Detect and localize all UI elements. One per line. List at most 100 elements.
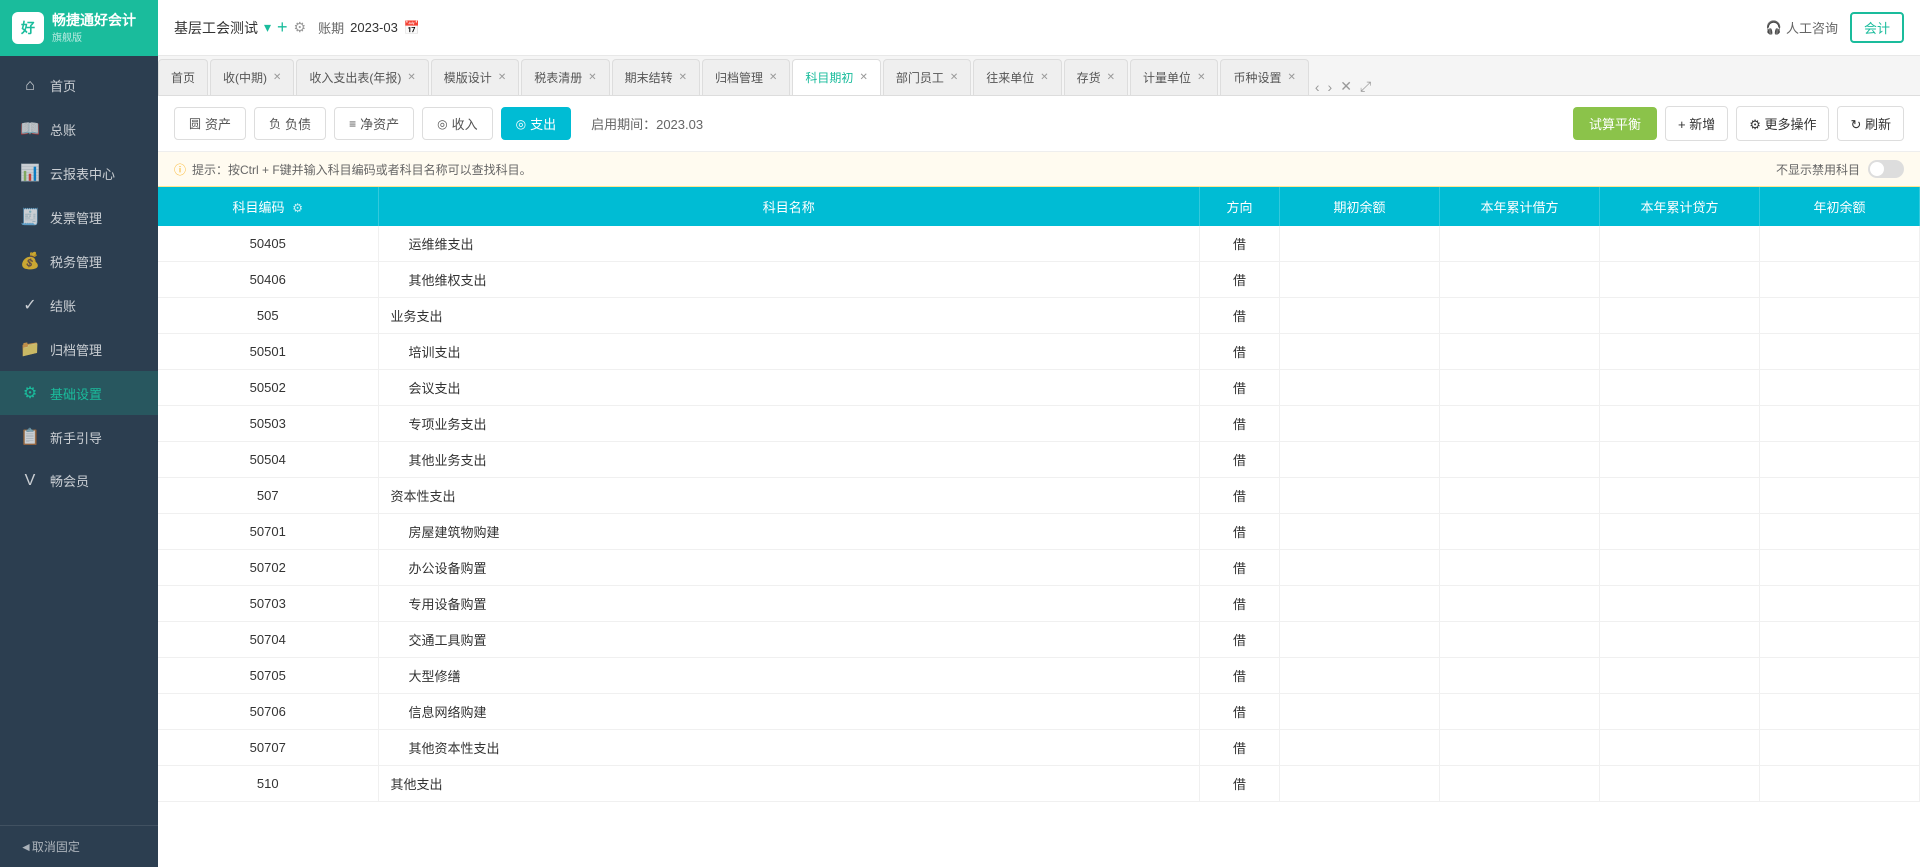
sidebar-item-guide[interactable]: 📋新手引导 (0, 415, 158, 459)
tab-currency[interactable]: 币种设置✕ (1220, 59, 1308, 95)
tab-label-period: 收(中期) (223, 69, 267, 86)
table-row[interactable]: 50705大型修缮借 (158, 658, 1920, 694)
tab-close-yearend[interactable]: ✕ (679, 72, 687, 83)
sidebar-item-reports[interactable]: 📊云报表中心 (0, 151, 158, 195)
disable-toggle[interactable] (1868, 160, 1904, 178)
sidebar-item-ledger[interactable]: 📖总账 (0, 107, 158, 151)
tab-dept[interactable]: 部门员工✕ (883, 59, 971, 95)
cell-debit (1440, 334, 1600, 370)
tab-close-dept[interactable]: ✕ (950, 72, 958, 83)
table-row[interactable]: 50504其他业务支出借 (158, 442, 1920, 478)
settings-icon[interactable]: ⚙ (294, 19, 307, 36)
table-row[interactable]: 50703专用设备购置借 (158, 586, 1920, 622)
refresh-button[interactable]: ↻ 刷新 (1837, 106, 1904, 141)
add-icon[interactable]: + (277, 17, 288, 38)
tab-close-subject[interactable]: ✕ (859, 72, 867, 83)
sidebar-item-tax[interactable]: 💰税务管理 (0, 239, 158, 283)
tab-close-all[interactable]: ✕ (1336, 78, 1356, 95)
table-row[interactable]: 50405运维维支出借 (158, 226, 1920, 262)
gear-icon[interactable]: ⚙ (292, 201, 303, 215)
balance-button[interactable]: 试算平衡 (1573, 107, 1657, 140)
logo-text-block: 畅捷通好会计 旗舰版 (52, 12, 136, 44)
cat-tab-net[interactable]: ≡净资产 (334, 107, 414, 140)
cell-dir: 借 (1200, 478, 1280, 514)
table-row[interactable]: 50503专项业务支出借 (158, 406, 1920, 442)
tab-period[interactable]: 收(中期) ✕ (210, 59, 294, 95)
tab-measure[interactable]: 计量单位✕ (1130, 59, 1218, 95)
add-button[interactable]: + 新增 (1665, 106, 1728, 141)
table-row[interactable]: 50701房屋建筑物购建借 (158, 514, 1920, 550)
tab-nav-left[interactable]: ‹ (1311, 79, 1324, 95)
cell-credit (1600, 730, 1760, 766)
cell-code: 50504 (158, 442, 378, 478)
sidebar-footer[interactable]: ◄取消固定 (0, 825, 158, 867)
table-row[interactable]: 50501培训支出借 (158, 334, 1920, 370)
tab-nav-right[interactable]: › (1324, 79, 1337, 95)
cell-balance (1280, 442, 1440, 478)
cat-tab-income[interactable]: ◎收入 (422, 107, 493, 140)
table-row[interactable]: 50502会议支出借 (158, 370, 1920, 406)
table-row[interactable]: 50704交通工具购置借 (158, 622, 1920, 658)
sidebar-item-archive[interactable]: 📁归档管理 (0, 327, 158, 371)
cell-debit (1440, 550, 1600, 586)
sidebar-item-settings[interactable]: ⚙基础设置 (0, 371, 158, 415)
cell-balance (1280, 658, 1440, 694)
dropdown-icon[interactable]: ▾ (264, 19, 271, 36)
tab-subject[interactable]: 科目期初✕ (792, 59, 880, 95)
tab-taxclear[interactable]: 税表清册✕ (521, 59, 609, 95)
tab-close-period[interactable]: ✕ (273, 72, 281, 83)
cell-name: 房屋建筑物购建 (378, 514, 1200, 550)
cell-name: 会议支出 (378, 370, 1200, 406)
cell-balance (1280, 298, 1440, 334)
account-button[interactable]: 会计 (1850, 12, 1904, 43)
period-info: 账期 2023-03 📅 (318, 18, 420, 37)
cell-yearstart (1760, 298, 1920, 334)
sidebar-item-invoice[interactable]: 🧾发票管理 (0, 195, 158, 239)
sidebar-item-member[interactable]: V畅会员 (0, 459, 158, 502)
service-button[interactable]: 🎧 人工咨询 (1766, 18, 1838, 37)
table-row[interactable]: 50707其他资本性支出借 (158, 730, 1920, 766)
tab-expand[interactable]: ⤢ (1356, 78, 1375, 95)
table-row[interactable]: 50406其他维权支出借 (158, 262, 1920, 298)
cat-tab-liability[interactable]: 负负债 (254, 107, 326, 140)
tab-home[interactable]: 首页 (158, 59, 208, 95)
tab-close-currency[interactable]: ✕ (1287, 72, 1295, 83)
tab-close-measure[interactable]: ✕ (1197, 72, 1205, 83)
cell-dir: 借 (1200, 622, 1280, 658)
table-row[interactable]: 507资本性支出借 (158, 478, 1920, 514)
tab-close-inventory[interactable]: ✕ (1107, 72, 1115, 83)
tab-annual[interactable]: 收入支出表(年报)✕ (296, 59, 428, 95)
tab-close-unit[interactable]: ✕ (1040, 72, 1048, 83)
tab-template[interactable]: 模版设计✕ (431, 59, 519, 95)
table-row[interactable]: 505业务支出借 (158, 298, 1920, 334)
tab-unit[interactable]: 往来单位✕ (973, 59, 1061, 95)
calendar-icon[interactable]: 📅 (404, 20, 420, 36)
cell-credit (1600, 226, 1760, 262)
cell-yearstart (1760, 766, 1920, 802)
sidebar-item-close[interactable]: ✓结账 (0, 283, 158, 327)
cell-balance (1280, 730, 1440, 766)
table-row[interactable]: 510其他支出借 (158, 766, 1920, 802)
tab-yearend[interactable]: 期末结转✕ (612, 59, 700, 95)
tab-inventory[interactable]: 存货✕ (1064, 59, 1128, 95)
cell-code: 507 (158, 478, 378, 514)
tab-close-template[interactable]: ✕ (498, 72, 506, 83)
tab-close-annual[interactable]: ✕ (407, 72, 415, 83)
cell-name: 其他维权支出 (378, 262, 1200, 298)
table-row[interactable]: 50706信息网络购建借 (158, 694, 1920, 730)
cat-tab-asset[interactable]: 圆资产 (174, 107, 246, 140)
cell-debit (1440, 298, 1600, 334)
cell-debit (1440, 478, 1600, 514)
more-button[interactable]: ⚙ 更多操作 (1736, 106, 1829, 141)
tab-close-taxclear[interactable]: ✕ (588, 72, 596, 83)
cell-yearstart (1760, 730, 1920, 766)
cell-name: 专项业务支出 (378, 406, 1200, 442)
cell-debit (1440, 262, 1600, 298)
cat-label-income: 收入 (452, 114, 478, 133)
tab-close-archivemgr[interactable]: ✕ (769, 72, 777, 83)
sidebar-item-home[interactable]: ⌂首页 (0, 64, 158, 107)
cell-balance (1280, 334, 1440, 370)
table-row[interactable]: 50702办公设备购置借 (158, 550, 1920, 586)
cat-tab-expense[interactable]: ◎支出 (501, 107, 572, 140)
tab-archivemgr[interactable]: 归档管理✕ (702, 59, 790, 95)
